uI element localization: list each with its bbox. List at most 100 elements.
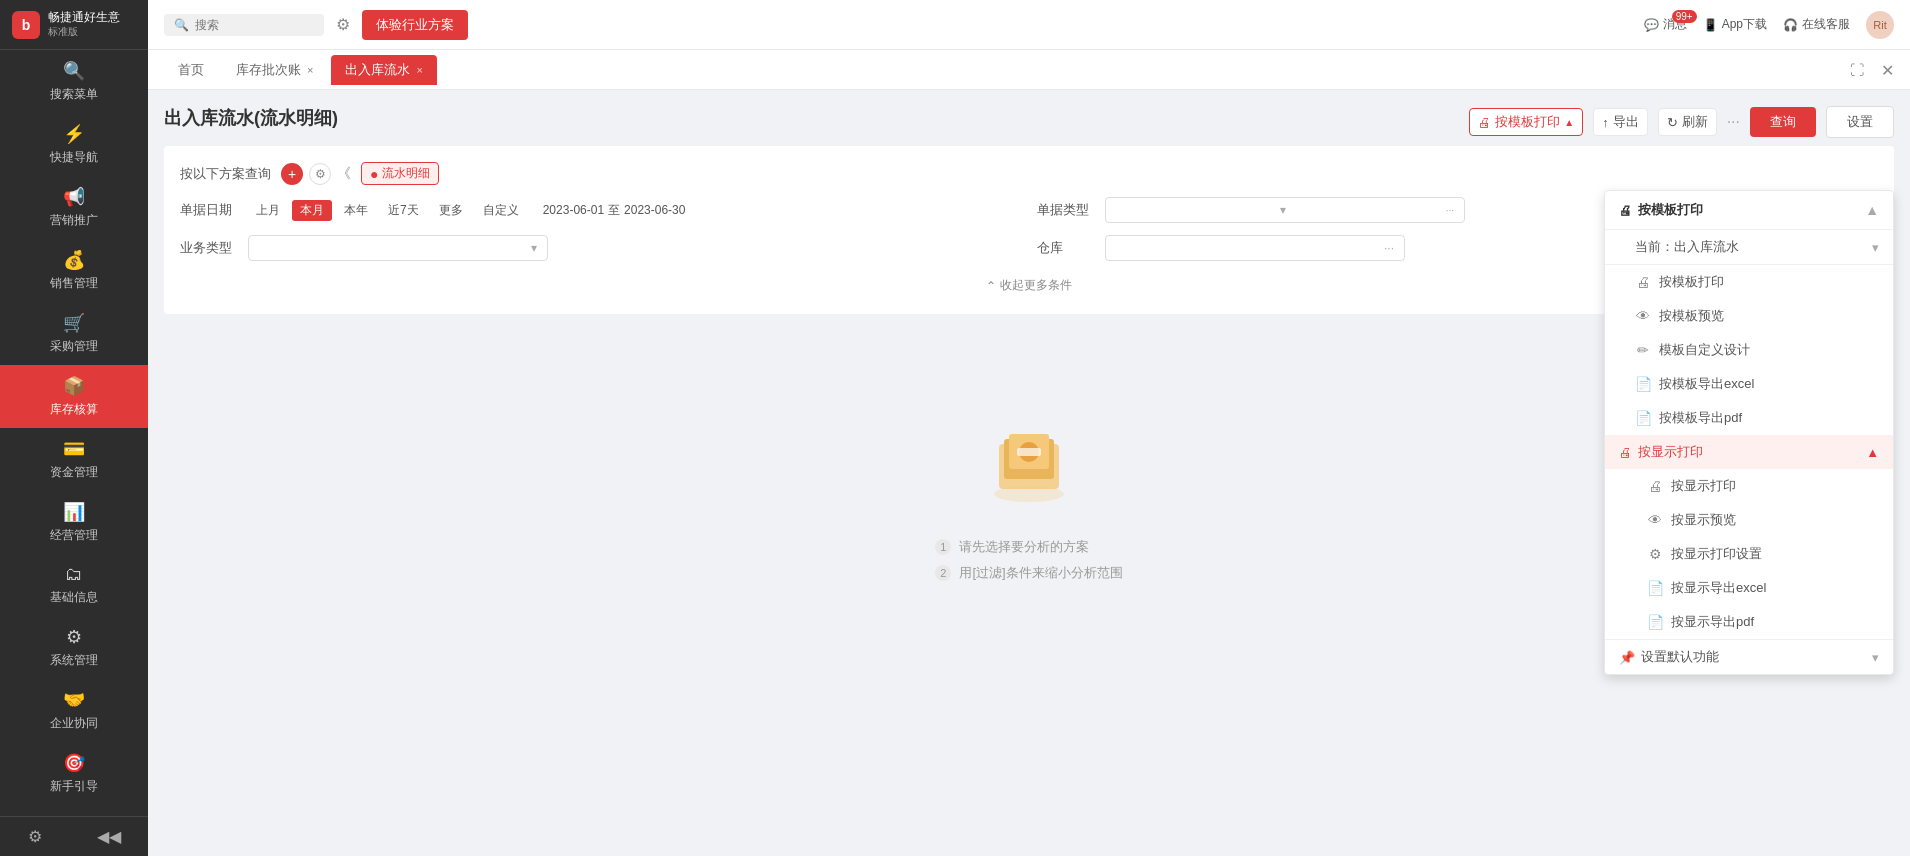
date-opt-last-month[interactable]: 上月: [248, 200, 288, 221]
close-all-icon[interactable]: ✕: [1881, 60, 1894, 79]
set-button[interactable]: 设置: [1826, 106, 1894, 138]
sidebar-bottom: ⚙ ◀◀: [0, 816, 148, 856]
query-button[interactable]: 查询: [1750, 107, 1816, 137]
date-separator: 至: [608, 202, 620, 219]
biz-type-select[interactable]: ▾: [248, 235, 548, 261]
sidebar-item-sales[interactable]: 💰 销售管理: [0, 239, 148, 302]
tab-inout-flow[interactable]: 出入库流水 ×: [331, 55, 436, 85]
search-menu-icon: 🔍: [63, 60, 85, 82]
date-from: 2023-06-01: [543, 203, 604, 217]
sidebar-item-basics[interactable]: 🗂 基础信息: [0, 554, 148, 616]
export-label: 导出: [1613, 113, 1639, 131]
dropdown-item-display-export-pdf[interactable]: 📄 按显示导出pdf: [1605, 605, 1893, 639]
print-template-button[interactable]: 🖨 按模板打印 ▲: [1469, 108, 1583, 136]
date-opt-this-month[interactable]: 本月: [292, 200, 332, 221]
dropdown-item-template-preview[interactable]: 👁 按模板预览: [1605, 299, 1893, 333]
sidebar-item-marketing[interactable]: 📢 营销推广: [0, 176, 148, 239]
settings-icon[interactable]: ⚙: [28, 827, 42, 846]
sidebar-item-app-center[interactable]: 🔲 应用中心: [0, 805, 148, 816]
settings-gear-icon[interactable]: ⚙: [336, 15, 350, 34]
dropdown-set-default-button[interactable]: 📌 设置默认功能 ▾: [1605, 639, 1893, 674]
voucher-type-select[interactable]: ▾ ···: [1105, 197, 1465, 223]
sidebar-item-guide[interactable]: 🎯 新手引导: [0, 742, 148, 805]
filter-settings-button[interactable]: ⚙: [309, 163, 331, 185]
filter-add-button[interactable]: +: [281, 163, 303, 185]
dropdown-item-display-export-excel[interactable]: 📄 按显示导出excel: [1605, 571, 1893, 605]
empty-steps-list: 请先选择要分析的方案 用[过滤]条件来缩小分析范围: [935, 534, 1122, 586]
phone-icon: 📱: [1703, 18, 1718, 32]
sidebar-item-label: 经营管理: [50, 527, 98, 544]
brand-sub: 标准版: [48, 25, 120, 39]
dropdown-item-template-print[interactable]: 🖨 按模板打印: [1605, 265, 1893, 299]
tab-inout-flow-close[interactable]: ×: [416, 64, 422, 76]
tab-home[interactable]: 首页: [164, 55, 218, 85]
display-pdf-icon: 📄: [1647, 614, 1663, 630]
sales-icon: 💰: [63, 249, 85, 271]
sidebar-item-cooperation[interactable]: 🤝 企业协同: [0, 679, 148, 742]
dropdown-current-item[interactable]: 当前：出入库流水 ▾: [1605, 230, 1893, 265]
message-button[interactable]: 💬 消息 99+: [1644, 16, 1687, 33]
quick-nav-icon: ⚡: [63, 123, 85, 145]
tab-batch-account-close[interactable]: ×: [307, 64, 313, 76]
sidebar-item-quick-nav[interactable]: ⚡ 快捷导航: [0, 113, 148, 176]
filter-active-tag[interactable]: ● 流水明细: [361, 162, 439, 185]
dropdown-item-display-preview[interactable]: 👁 按显示预览: [1605, 503, 1893, 537]
print-dropdown-arrow[interactable]: ▲: [1564, 117, 1574, 128]
print-template-label: 按模板打印: [1495, 113, 1560, 131]
collapse-arrow-icon: ⌃: [986, 279, 996, 293]
dropdown-item-display-print-settings[interactable]: ⚙ 按显示打印设置: [1605, 537, 1893, 571]
tab-batch-account[interactable]: 库存批次账 ×: [222, 55, 327, 85]
sidebar-item-inventory[interactable]: 📦 库存核算: [0, 365, 148, 428]
printer-icon: 🖨: [1478, 115, 1491, 130]
template-preview-label: 按模板预览: [1659, 307, 1724, 325]
cooperation-icon: 🤝: [63, 689, 85, 711]
maximize-icon[interactable]: ⛶: [1850, 62, 1864, 78]
date-opt-more[interactable]: 更多: [431, 200, 471, 221]
top-bar-right: 💬 消息 99+ 📱 App下载 🎧 在线客服 Rit: [1644, 11, 1894, 39]
industry-solution-button[interactable]: 体验行业方案: [362, 10, 468, 40]
warehouse-more[interactable]: ···: [1384, 241, 1394, 255]
date-opt-7days[interactable]: 近7天: [380, 200, 427, 221]
voucher-type-more[interactable]: ···: [1446, 205, 1454, 216]
dropdown-item-template-customize[interactable]: ✏ 模板自定义设计: [1605, 333, 1893, 367]
system-icon: ⚙: [66, 626, 82, 648]
sidebar-item-label: 库存核算: [50, 401, 98, 418]
dropdown-item-template-export-pdf[interactable]: 📄 按模板导出pdf: [1605, 401, 1893, 435]
sidebar-item-search-menu[interactable]: 🔍 搜索菜单: [0, 50, 148, 113]
date-opt-this-year[interactable]: 本年: [336, 200, 376, 221]
date-to: 2023-06-30: [624, 203, 685, 217]
dropdown-display-section[interactable]: 🖨 按显示打印 ▲: [1605, 435, 1893, 469]
date-opt-custom[interactable]: 自定义: [475, 200, 527, 221]
search-input[interactable]: [195, 18, 314, 32]
collapse-icon[interactable]: ◀◀: [97, 827, 121, 846]
set-default-label: 设置默认功能: [1641, 648, 1719, 666]
sidebar-item-finance[interactable]: 💳 资金管理: [0, 428, 148, 491]
toolbar-more-icon[interactable]: ···: [1727, 113, 1740, 131]
display-export-excel-label: 按显示导出excel: [1671, 579, 1766, 597]
date-options: 上月 本月 本年 近7天 更多 自定义: [248, 200, 527, 221]
sidebar-item-label: 基础信息: [50, 589, 98, 606]
warehouse-select[interactable]: ···: [1105, 235, 1405, 261]
online-service-button[interactable]: 🎧 在线客服: [1783, 16, 1850, 33]
voucher-type-chevron: ▾: [1280, 203, 1286, 217]
date-field-label: 单据日期: [180, 201, 240, 219]
user-avatar[interactable]: Rit: [1866, 11, 1894, 39]
template-export-excel-label: 按模板导出excel: [1659, 375, 1754, 393]
sidebar-item-purchase[interactable]: 🛒 采购管理: [0, 302, 148, 365]
export-button[interactable]: ↑ 导出: [1593, 108, 1648, 136]
sidebar-item-operations[interactable]: 📊 经营管理: [0, 491, 148, 554]
sidebar-item-label: 营销推广: [50, 212, 98, 229]
tab-batch-account-label: 库存批次账: [236, 61, 301, 79]
dropdown-header: 🖨 按模板打印 ▲: [1605, 191, 1893, 230]
display-preview-label: 按显示预览: [1671, 511, 1736, 529]
sidebar-item-system[interactable]: ⚙ 系统管理: [0, 616, 148, 679]
dropdown-item-template-export-excel[interactable]: 📄 按模板导出excel: [1605, 367, 1893, 401]
refresh-button[interactable]: ↻ 刷新: [1658, 108, 1717, 136]
dropdown-current-label: 当前：出入库流水: [1635, 238, 1739, 256]
dropdown-item-display-print[interactable]: 🖨 按显示打印: [1605, 469, 1893, 503]
app-download-button[interactable]: 📱 App下载: [1703, 16, 1767, 33]
message-badge: 99+: [1672, 10, 1697, 23]
dropdown-close-arrow[interactable]: ▲: [1865, 202, 1879, 218]
search-box[interactable]: 🔍: [164, 14, 324, 36]
filter-collapse-button[interactable]: 《: [337, 165, 351, 183]
